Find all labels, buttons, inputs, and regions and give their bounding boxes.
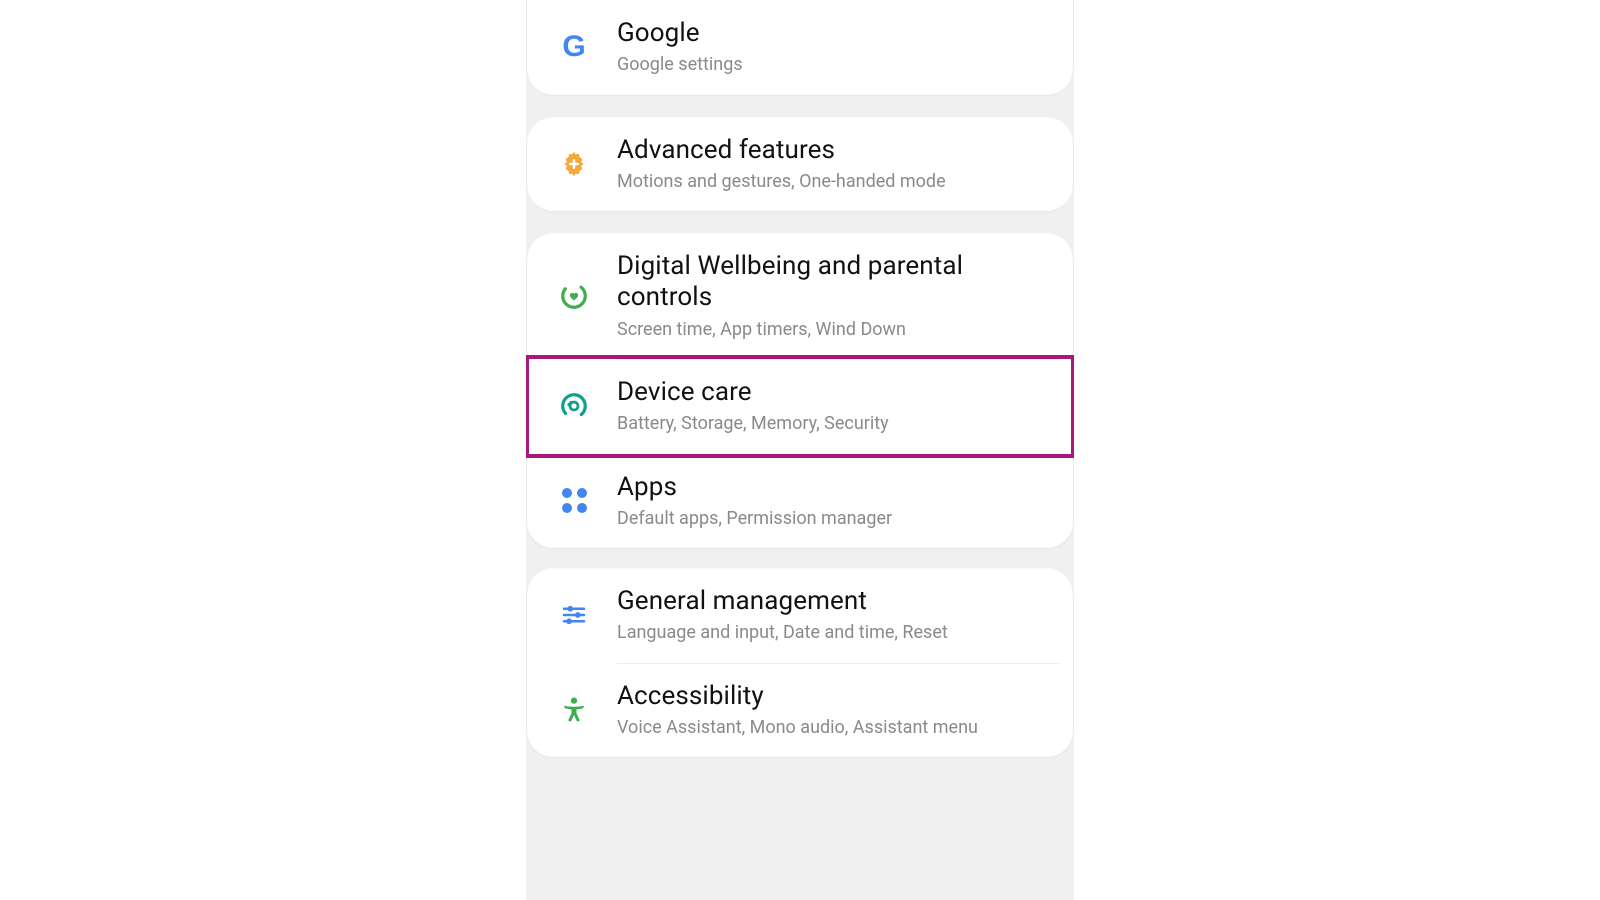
- settings-item-advanced-features[interactable]: Advanced features Motions and gestures, …: [527, 117, 1073, 212]
- item-title: Advanced features: [617, 135, 1055, 166]
- settings-item-accessibility[interactable]: Accessibility Voice Assistant, Mono audi…: [527, 663, 1073, 758]
- card-general: General management Language and input, D…: [527, 568, 1073, 757]
- settings-item-general-management[interactable]: General management Language and input, D…: [527, 568, 1073, 663]
- settings-item-digital-wellbeing[interactable]: Digital Wellbeing and parental controls …: [527, 233, 1073, 359]
- gear-plus-icon: [549, 149, 599, 179]
- item-subtitle: Battery, Storage, Memory, Security: [617, 412, 1055, 435]
- stage: G Google Google settings Advance: [0, 0, 1600, 900]
- apps-icon: [549, 488, 599, 513]
- item-title: Digital Wellbeing and parental controls: [617, 251, 1055, 313]
- settings-item-google[interactable]: G Google Google settings: [527, 0, 1073, 95]
- device-care-icon: [549, 391, 599, 421]
- item-title: Apps: [617, 472, 1055, 503]
- google-g-icon: G: [549, 32, 599, 62]
- settings-item-device-care[interactable]: Device care Battery, Storage, Memory, Se…: [527, 359, 1073, 454]
- item-subtitle: Screen time, App timers, Wind Down: [617, 318, 1055, 341]
- item-title: Google: [617, 18, 1055, 49]
- item-title: General management: [617, 586, 1055, 617]
- accessibility-icon: [549, 695, 599, 725]
- item-subtitle: Default apps, Permission manager: [617, 507, 1055, 530]
- wellbeing-icon: [549, 281, 599, 311]
- item-title: Accessibility: [617, 681, 1055, 712]
- card-advanced: Advanced features Motions and gestures, …: [527, 117, 1073, 212]
- card-google: G Google Google settings: [527, 0, 1073, 95]
- settings-item-apps[interactable]: Apps Default apps, Permission manager: [527, 454, 1073, 549]
- item-subtitle: Motions and gestures, One-handed mode: [617, 170, 1055, 193]
- item-title: Device care: [617, 377, 1055, 408]
- item-subtitle: Google settings: [617, 53, 1055, 76]
- sliders-icon: [549, 600, 599, 630]
- card-wellbeing: Digital Wellbeing and parental controls …: [527, 233, 1073, 548]
- settings-list[interactable]: G Google Google settings Advance: [526, 0, 1074, 900]
- item-subtitle: Language and input, Date and time, Reset: [617, 621, 1055, 644]
- item-subtitle: Voice Assistant, Mono audio, Assistant m…: [617, 716, 1055, 739]
